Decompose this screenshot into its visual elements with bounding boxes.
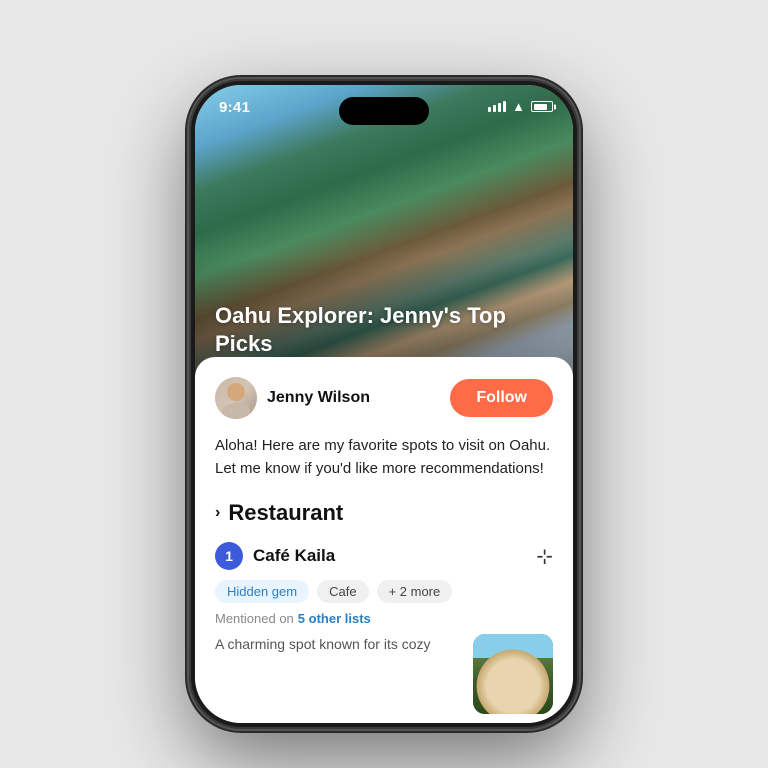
phone-mockup: 9:41 ▲ Oahu Explorer: Jenny's Top Picks xyxy=(189,79,579,729)
author-row: Jenny Wilson Follow xyxy=(215,377,553,419)
hero-title: Oahu Explorer: Jenny's Top Picks xyxy=(215,302,553,357)
bio-text: Aloha! Here are my favorite spots to vis… xyxy=(215,435,553,480)
place-image xyxy=(473,634,553,714)
follow-button[interactable]: Follow xyxy=(450,379,553,417)
power-button xyxy=(579,259,583,349)
content-area: Jenny Wilson Follow Aloha! Here are my f… xyxy=(195,357,573,723)
other-lists-link[interactable]: 5 other lists xyxy=(298,611,371,626)
phone-screen: 9:41 ▲ Oahu Explorer: Jenny's Top Picks xyxy=(195,85,573,723)
battery-icon xyxy=(531,101,553,112)
section-header: › Restaurant xyxy=(215,500,553,526)
place-number: 1 xyxy=(215,542,243,570)
dynamic-island xyxy=(339,97,429,125)
mentioned-prefix: Mentioned on xyxy=(215,611,294,626)
place-body: A charming spot known for its cozy xyxy=(215,634,553,714)
author-info: Jenny Wilson xyxy=(215,377,370,419)
status-time: 9:41 xyxy=(219,99,250,116)
wifi-icon: ▲ xyxy=(512,99,525,114)
tag-hidden-gem[interactable]: Hidden gem xyxy=(215,580,309,603)
place-description: A charming spot known for its cozy xyxy=(215,634,461,655)
chevron-right-icon: › xyxy=(215,504,220,522)
phone-frame: 9:41 ▲ Oahu Explorer: Jenny's Top Picks xyxy=(189,79,579,729)
bookmark-icon[interactable]: ⊹ xyxy=(536,544,553,569)
place-card: 1 Café Kaila ⊹ Hidden gem Cafe + 2 more … xyxy=(215,542,553,714)
status-icons: ▲ xyxy=(488,99,553,114)
tag-cafe[interactable]: Cafe xyxy=(317,580,368,603)
place-name: Café Kaila xyxy=(253,546,335,566)
place-name-row: 1 Café Kaila xyxy=(215,542,335,570)
tags-row: Hidden gem Cafe + 2 more xyxy=(215,580,553,603)
section-title: Restaurant xyxy=(228,500,343,526)
author-name: Jenny Wilson xyxy=(267,389,370,407)
food-photo xyxy=(473,634,553,714)
place-header: 1 Café Kaila ⊹ xyxy=(215,542,553,570)
mentioned-row: Mentioned on 5 other lists xyxy=(215,611,553,626)
tag-more[interactable]: + 2 more xyxy=(377,580,453,603)
avatar xyxy=(215,377,257,419)
signal-icon xyxy=(488,101,506,112)
